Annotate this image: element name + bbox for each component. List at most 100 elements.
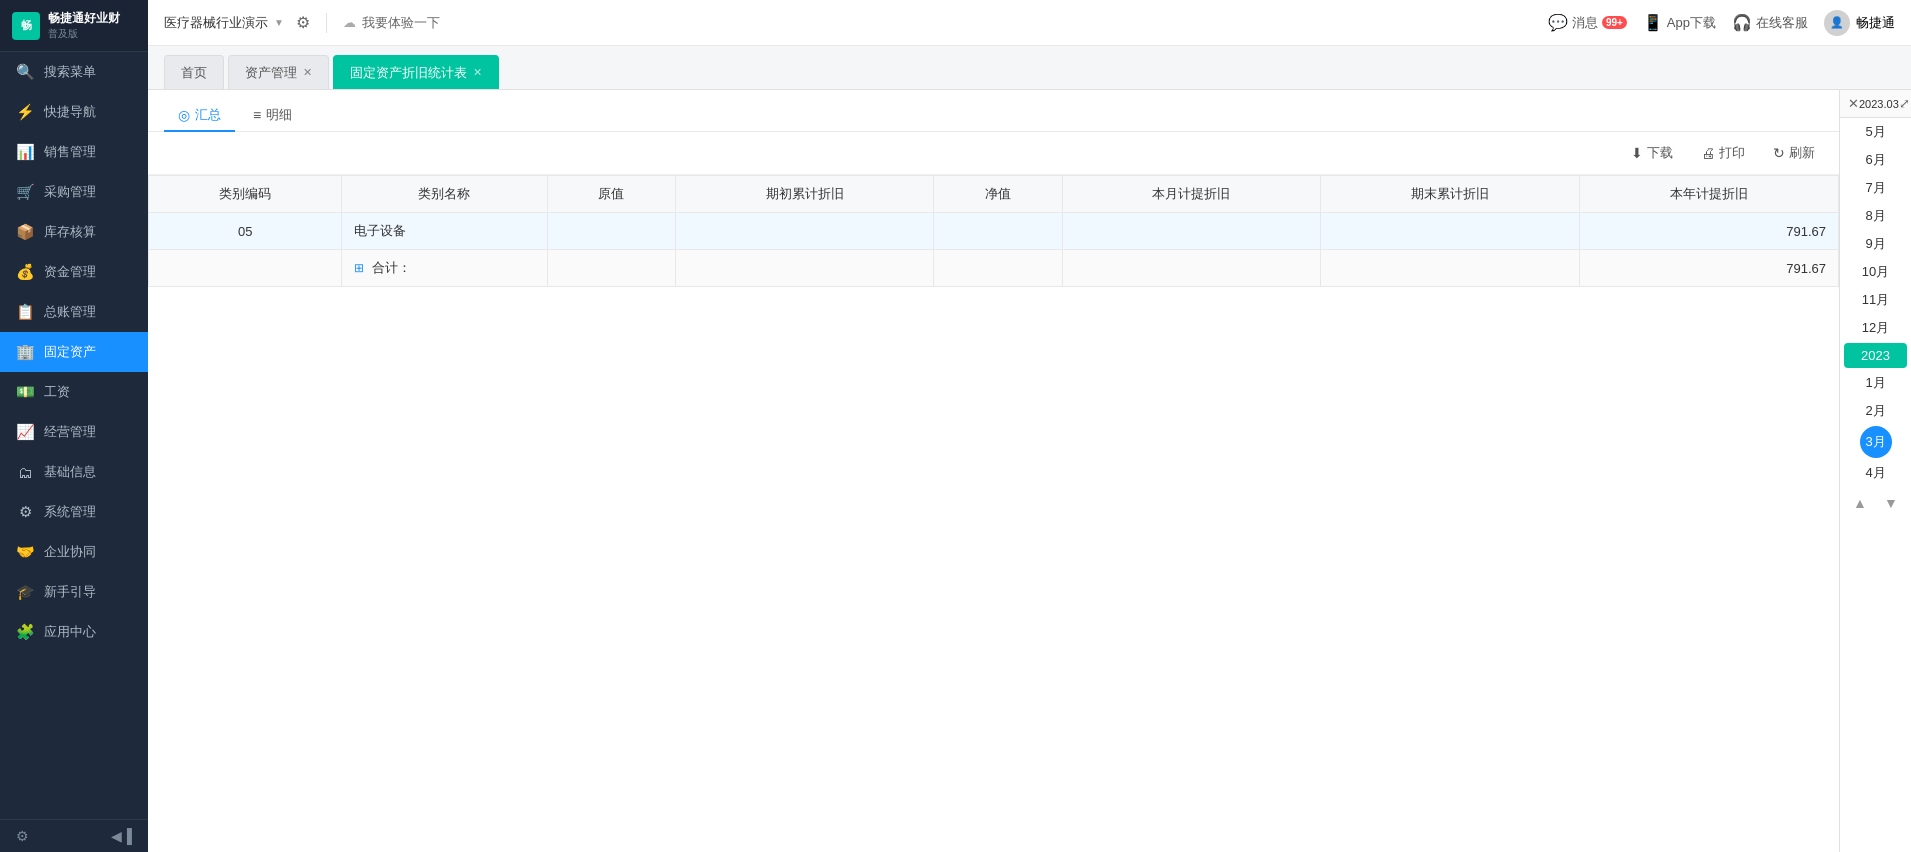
sidebar-icon-payroll: 💵 — [16, 383, 34, 401]
summary-icon: ◎ — [178, 107, 190, 123]
sidebar-icon-app-center: 🧩 — [16, 623, 34, 641]
topbar-right: 💬 消息 99+ 📱 App下载 🎧 在线客服 👤 畅捷通 — [1548, 10, 1895, 36]
date-year-2023[interactable]: 2023 — [1844, 343, 1907, 368]
col-annual-depr: 本年计提折旧 — [1580, 176, 1839, 213]
tab-depreciation-close[interactable]: ✕ — [473, 66, 482, 79]
sidebar-item-search[interactable]: 🔍 搜索菜单 — [0, 52, 148, 92]
sub-tab-summary[interactable]: ◎ 汇总 — [164, 100, 235, 132]
sidebar-item-sales[interactable]: 📊 销售管理 — [0, 132, 148, 172]
expand-icon[interactable]: ⤢ — [1899, 96, 1910, 111]
sidebar-label-guide: 新手引导 — [44, 583, 96, 601]
date-month-6[interactable]: 6月 — [1840, 146, 1911, 174]
date-month-4[interactable]: 4月 — [1840, 459, 1911, 487]
sidebar-item-quick-nav[interactable]: ⚡ 快捷导航 — [0, 92, 148, 132]
app-download-label: App下载 — [1667, 14, 1716, 32]
experience-button[interactable]: ☁ 我要体验一下 — [343, 14, 440, 32]
sidebar-item-guide[interactable]: 🎓 新手引导 — [0, 572, 148, 612]
settings-icon[interactable]: ⚙ — [16, 828, 29, 844]
sidebar-icon-ledger: 📋 — [16, 303, 34, 321]
messages-badge: 99+ — [1602, 16, 1627, 29]
collapse-icon[interactable]: ◀▐ — [111, 828, 132, 844]
cell-original — [547, 213, 675, 250]
date-month-5[interactable]: 5月 — [1840, 118, 1911, 146]
sidebar-item-inventory[interactable]: 📦 库存核算 — [0, 212, 148, 252]
date-nav-down[interactable]: ▼ — [1879, 491, 1903, 515]
date-month-7[interactable]: 7月 — [1840, 174, 1911, 202]
sidebar-footer: ⚙ ◀▐ — [0, 819, 148, 852]
print-button[interactable]: 🖨 打印 — [1693, 140, 1753, 166]
toolbar: ⬇ 下载 🖨 打印 ↻ 刷新 — [148, 132, 1839, 175]
tab-home[interactable]: 首页 — [164, 55, 224, 89]
sidebar-item-payroll[interactable]: 💵 工资 — [0, 372, 148, 412]
sub-tabs: ◎ 汇总 ≡ 明细 — [148, 90, 1839, 132]
app-download-button[interactable]: 📱 App下载 — [1643, 13, 1716, 32]
sidebar-item-capital[interactable]: 💰 资金管理 — [0, 252, 148, 292]
col-period-end: 期末累计折旧 — [1321, 176, 1580, 213]
right-panel: ✕ 2023.03 ⤢ 5月 6月 7月 8月 9月 10月 11月 12月 — [1839, 90, 1911, 852]
date-month-10[interactable]: 10月 — [1840, 258, 1911, 286]
date-month-3[interactable]: 3月 — [1860, 426, 1892, 458]
date-month-2[interactable]: 2月 — [1840, 397, 1911, 425]
user-menu[interactable]: 👤 畅捷通 — [1824, 10, 1895, 36]
sidebar-item-app-center[interactable]: 🧩 应用中心 — [0, 612, 148, 652]
total-row: ⊞ 合计： 791.67 — [149, 250, 1839, 287]
col-code: 类别编码 — [149, 176, 342, 213]
company-selector[interactable]: 医疗器械行业演示 ▼ — [164, 14, 284, 32]
download-button[interactable]: ⬇ 下载 — [1623, 140, 1681, 166]
table-wrapper: 类别编码 类别名称 原值 期初累计折旧 净值 本月计提折旧 期末累计折旧 本年计… — [148, 175, 1839, 852]
page-content: ◎ 汇总 ≡ 明细 ⬇ 下载 🖨 打印 ↻ — [148, 90, 1911, 852]
sidebar-header: 畅 畅捷通好业财 普及版 — [0, 0, 148, 52]
sub-tab-detail[interactable]: ≡ 明细 — [239, 100, 306, 132]
date-nav-up[interactable]: ▲ — [1848, 491, 1872, 515]
col-monthly-depr: 本月计提折旧 — [1062, 176, 1321, 213]
sidebar-label-sales: 销售管理 — [44, 143, 96, 161]
sidebar-icon-fixed-assets: 🏢 — [16, 343, 34, 361]
app-logo: 畅 — [12, 12, 40, 40]
cell-code: 05 — [149, 213, 342, 250]
tab-depreciation[interactable]: 固定资产折旧统计表 ✕ — [333, 55, 499, 89]
tab-depreciation-label: 固定资产折旧统计表 — [350, 64, 467, 82]
cell-annual-depr: 791.67 — [1580, 213, 1839, 250]
topbar-settings-icon[interactable]: ⚙ — [296, 13, 310, 32]
cell-period-end — [1321, 213, 1580, 250]
sidebar-label-quick-nav: 快捷导航 — [44, 103, 96, 121]
sidebar-item-fixed-assets[interactable]: 🏢 固定资产 — [0, 332, 148, 372]
right-panel-header: ✕ 2023.03 ⤢ — [1840, 90, 1911, 118]
company-arrow-icon: ▼ — [274, 17, 284, 28]
sidebar-label-system: 系统管理 — [44, 503, 96, 521]
sidebar-label-payroll: 工资 — [44, 383, 70, 401]
table-row: 05 电子设备 791.67 — [149, 213, 1839, 250]
date-month-12[interactable]: 12月 — [1840, 314, 1911, 342]
sidebar-item-operations[interactable]: 📈 经营管理 — [0, 412, 148, 452]
sidebar-item-purchase[interactable]: 🛒 采购管理 — [0, 172, 148, 212]
date-month-1[interactable]: 1月 — [1840, 369, 1911, 397]
date-group-prev: 5月 6月 7月 8月 9月 10月 11月 12月 — [1840, 118, 1911, 342]
experience-label: 我要体验一下 — [362, 14, 440, 32]
tab-asset-mgmt[interactable]: 资产管理 ✕ — [228, 55, 329, 89]
messages-button[interactable]: 💬 消息 99+ — [1548, 13, 1627, 32]
sidebar-label-capital: 资金管理 — [44, 263, 96, 281]
sidebar-icon-search: 🔍 — [16, 63, 34, 81]
sidebar-label-ledger: 总账管理 — [44, 303, 96, 321]
date-month-8[interactable]: 8月 — [1840, 202, 1911, 230]
refresh-button[interactable]: ↻ 刷新 — [1765, 140, 1823, 166]
topbar-separator — [326, 13, 327, 33]
date-month-11[interactable]: 11月 — [1840, 286, 1911, 314]
sidebar-item-enterprise[interactable]: 🤝 企业协同 — [0, 532, 148, 572]
sidebar-icon-purchase: 🛒 — [16, 183, 34, 201]
right-panel-close-icon[interactable]: ✕ — [1848, 96, 1859, 111]
messages-label: 消息 — [1572, 14, 1598, 32]
date-month-9[interactable]: 9月 — [1840, 230, 1911, 258]
sidebar-label-basic-info: 基础信息 — [44, 463, 96, 481]
download-label: 下载 — [1647, 144, 1673, 162]
content-panel: ◎ 汇总 ≡ 明细 ⬇ 下载 🖨 打印 ↻ — [148, 90, 1839, 852]
sidebar-item-basic-info[interactable]: 🗂 基础信息 — [0, 452, 148, 492]
online-support-button[interactable]: 🎧 在线客服 — [1732, 13, 1808, 32]
online-support-icon: 🎧 — [1732, 13, 1752, 32]
sidebar-item-system[interactable]: ⚙ 系统管理 — [0, 492, 148, 532]
app-name: 畅捷通好业财 — [48, 10, 120, 27]
sidebar-label-purchase: 采购管理 — [44, 183, 96, 201]
tab-asset-mgmt-close[interactable]: ✕ — [303, 66, 312, 79]
sidebar-item-ledger[interactable]: 📋 总账管理 — [0, 292, 148, 332]
sidebar-icon-capital: 💰 — [16, 263, 34, 281]
